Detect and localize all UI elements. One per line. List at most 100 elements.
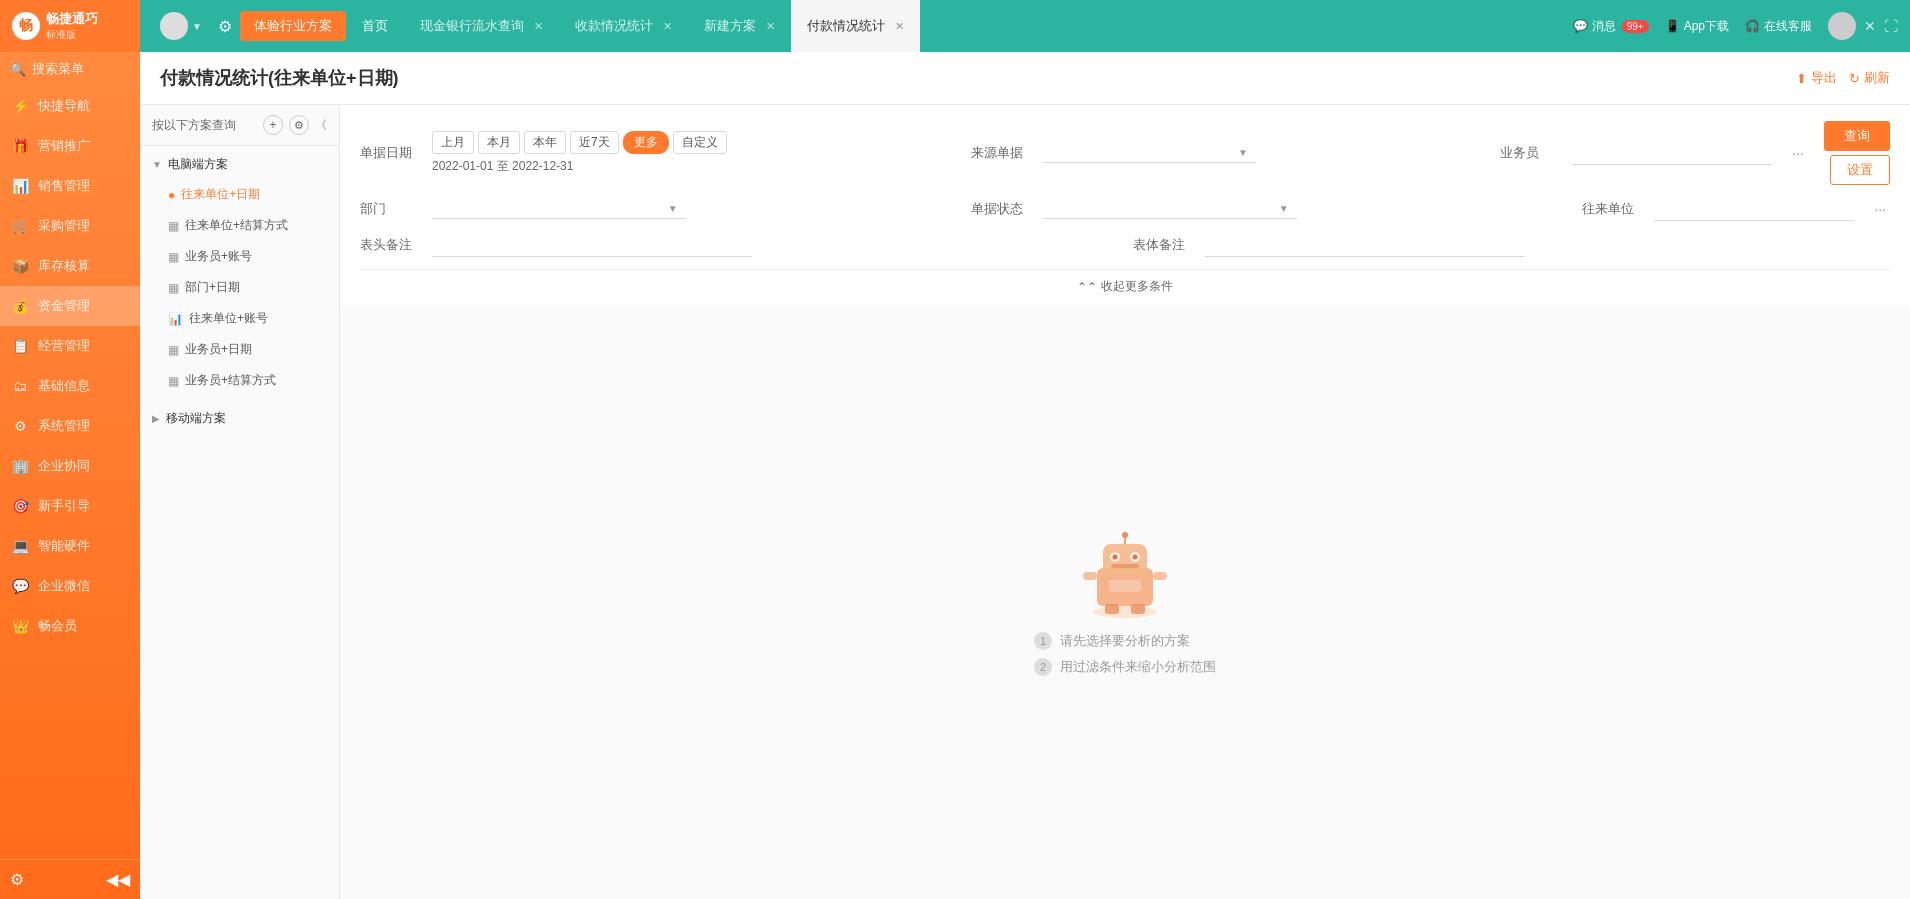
source-label: 来源单据 [971, 144, 1027, 162]
sidebar-item-basic-info[interactable]: 🗂 基础信息 [0, 366, 140, 406]
trial-button[interactable]: 体验行业方案 [240, 11, 346, 41]
collapse-label: 收起更多条件 [1101, 278, 1173, 295]
sidebar-item-finance[interactable]: 💰 资金管理 [0, 286, 140, 326]
scheme-item-partner-account[interactable]: 📊 往来单位+账号 [140, 303, 339, 334]
date-btn-custom[interactable]: 自定义 [673, 131, 727, 154]
collapse-filter-btn[interactable]: ⌃⌃ 收起更多条件 [360, 269, 1890, 307]
date-btn-last-month[interactable]: 上月 [432, 131, 474, 154]
sidebar-item-business[interactable]: 📋 经营管理 [0, 326, 140, 366]
tab-home[interactable]: 首页 [346, 0, 404, 52]
pc-group-arrow: ▼ [152, 159, 162, 170]
tip-num-1: 1 [1034, 632, 1052, 650]
user-avatar[interactable] [1828, 12, 1856, 40]
finance-icon: 💰 [10, 296, 30, 316]
partner-input[interactable] [1654, 197, 1854, 221]
tab-payment-close[interactable]: ✕ [895, 20, 904, 33]
tab-receipt-close[interactable]: ✕ [663, 20, 672, 33]
messages-btn[interactable]: 💬 消息 99+ [1573, 18, 1649, 35]
quick-nav-icon: ⚡ [10, 96, 30, 116]
date-btn-this-year[interactable]: 本年 [524, 131, 566, 154]
head-note-label: 表头备注 [360, 236, 416, 254]
sidebar-item-label: 企业协同 [38, 457, 90, 475]
tab-bar: 首页 现金银行流水查询 ✕ 收款情况统计 ✕ 新建方案 ✕ 付款情况统计 ✕ [346, 0, 920, 52]
scheme-item-partner-date[interactable]: ● 往来单位+日期 [140, 179, 339, 210]
close-window-btn[interactable]: ✕ [1864, 18, 1876, 34]
date-btn-more[interactable]: 更多 [623, 131, 669, 154]
sidebar-item-wechat[interactable]: 💬 企业微信 [0, 566, 140, 606]
tip-1-text: 请先选择要分析的方案 [1060, 632, 1190, 650]
body-note-input[interactable] [1205, 233, 1525, 257]
sidebar-subtitle: 标准版 [46, 28, 98, 42]
tab-new-plan[interactable]: 新建方案 ✕ [688, 0, 791, 52]
export-icon: ⬆ [1796, 71, 1807, 86]
sidebar-item-sales[interactable]: 📊 销售管理 [0, 166, 140, 206]
svg-rect-9 [1111, 564, 1139, 568]
filter-row-1: 单据日期 上月 本月 本年 近7天 更多 自定义 2022-01-01 至 20… [360, 121, 1890, 185]
scheme-panel-header: 按以下方案查询 + ⚙ 《 [140, 105, 339, 146]
panel-header-actions: + ⚙ 《 [263, 115, 327, 135]
dept-field: ▼ [432, 199, 686, 219]
sidebar-item-marketing[interactable]: 🎁 营销推广 [0, 126, 140, 166]
app-download-btn[interactable]: 📱 App下载 [1665, 18, 1729, 35]
panel-collapse-btn[interactable]: 《 [315, 117, 327, 134]
tip-2-text: 用过滤条件来缩小分析范围 [1060, 658, 1216, 676]
scheme-table-icon: ▦ [168, 374, 179, 388]
tab-payment-stats[interactable]: 付款情况统计 ✕ [791, 0, 920, 52]
tab-bank[interactable]: 现金银行流水查询 ✕ [404, 0, 559, 52]
scheme-item-dept-date[interactable]: ▦ 部门+日期 [140, 272, 339, 303]
wechat-icon: 💬 [10, 576, 30, 596]
export-btn[interactable]: ⬆ 导出 [1796, 69, 1837, 87]
empty-tips: 1 请先选择要分析的方案 2 用过滤条件来缩小分析范围 [1034, 632, 1216, 676]
mobile-scheme-group: ▶ 移动端方案 [140, 400, 339, 437]
sidebar-item-label: 资金管理 [38, 297, 90, 315]
scheme-item-salesman-settle[interactable]: ▦ 业务员+结算方式 [140, 365, 339, 396]
settings-gear-icon[interactable]: ⚙ [210, 17, 240, 36]
head-note-input[interactable] [432, 233, 752, 257]
query-button[interactable]: 查询 [1824, 121, 1890, 151]
maximize-window-btn[interactable]: ⛶ [1884, 18, 1898, 34]
sidebar: 畅 畅捷通巧 标准版 🔍 搜索菜单 ⚡ 快捷导航 🎁 营销推广 📊 销售管理 🛒… [0, 0, 140, 899]
scheme-table-icon: ▦ [168, 281, 179, 295]
date-btn-7days[interactable]: 近7天 [570, 131, 619, 154]
collapse-sidebar-btn[interactable]: ◀◀ [106, 870, 130, 889]
scheme-item-partner-settle[interactable]: ▦ 往来单位+结算方式 [140, 210, 339, 241]
sidebar-nav: ⚡ 快捷导航 🎁 营销推广 📊 销售管理 🛒 采购管理 📦 库存核算 💰 资金管… [0, 86, 140, 859]
scheme-label: 部门+日期 [185, 279, 240, 296]
salesman-input[interactable] [1572, 141, 1772, 165]
refresh-btn[interactable]: ↻ 刷新 [1849, 69, 1890, 87]
empty-tip-1: 1 请先选择要分析的方案 [1034, 632, 1216, 650]
sidebar-item-hardware[interactable]: 💻 智能硬件 [0, 526, 140, 566]
sidebar-item-vip[interactable]: 👑 畅会员 [0, 606, 140, 646]
add-scheme-btn[interactable]: + [263, 115, 283, 135]
sidebar-search[interactable]: 🔍 搜索菜单 [0, 52, 140, 86]
tab-receipt-stats[interactable]: 收款情况统计 ✕ [559, 0, 688, 52]
sidebar-item-purchase[interactable]: 🛒 采购管理 [0, 206, 140, 246]
sidebar-item-guide[interactable]: 🎯 新手引导 [0, 486, 140, 526]
sidebar-item-enterprise[interactable]: 🏢 企业协同 [0, 446, 140, 486]
account-dropdown[interactable]: ▼ [152, 12, 210, 40]
sidebar-item-label: 快捷导航 [38, 97, 90, 115]
mobile-group-header[interactable]: ▶ 移动端方案 [140, 404, 339, 433]
settings-icon[interactable]: ⚙ [10, 870, 24, 889]
setting-button[interactable]: 设置 [1830, 155, 1890, 185]
date-btn-this-month[interactable]: 本月 [478, 131, 520, 154]
sidebar-item-quick-nav[interactable]: ⚡ 快捷导航 [0, 86, 140, 126]
sidebar-title: 畅捷通巧 [46, 10, 98, 28]
sidebar-item-system[interactable]: ⚙ 系统管理 [0, 406, 140, 446]
page-header: 付款情况统计(往来单位+日期) ⬆ 导出 ↻ 刷新 [140, 52, 1910, 105]
sidebar-item-label: 基础信息 [38, 377, 90, 395]
scheme-setting-btn[interactable]: ⚙ [289, 115, 309, 135]
sidebar-item-inventory[interactable]: 📦 库存核算 [0, 246, 140, 286]
sidebar-item-label: 销售管理 [38, 177, 90, 195]
partner-more-btn[interactable]: ··· [1870, 201, 1890, 217]
pc-group-header[interactable]: ▼ 电脑端方案 [140, 150, 339, 179]
salesman-more-btn[interactable]: ··· [1788, 145, 1808, 161]
date-filter-group: 上月 本月 本年 近7天 更多 自定义 2022-01-01 至 2022-12… [432, 131, 727, 175]
export-label: 导出 [1811, 69, 1837, 87]
tab-bank-close[interactable]: ✕ [534, 20, 543, 33]
online-support-btn[interactable]: 🎧 在线客服 [1745, 18, 1812, 35]
scheme-item-salesman-date[interactable]: ▦ 业务员+日期 [140, 334, 339, 365]
source-field: ▼ [1043, 143, 1256, 163]
tab-new-plan-close[interactable]: ✕ [766, 20, 775, 33]
scheme-item-salesman-account[interactable]: ▦ 业务员+账号 [140, 241, 339, 272]
